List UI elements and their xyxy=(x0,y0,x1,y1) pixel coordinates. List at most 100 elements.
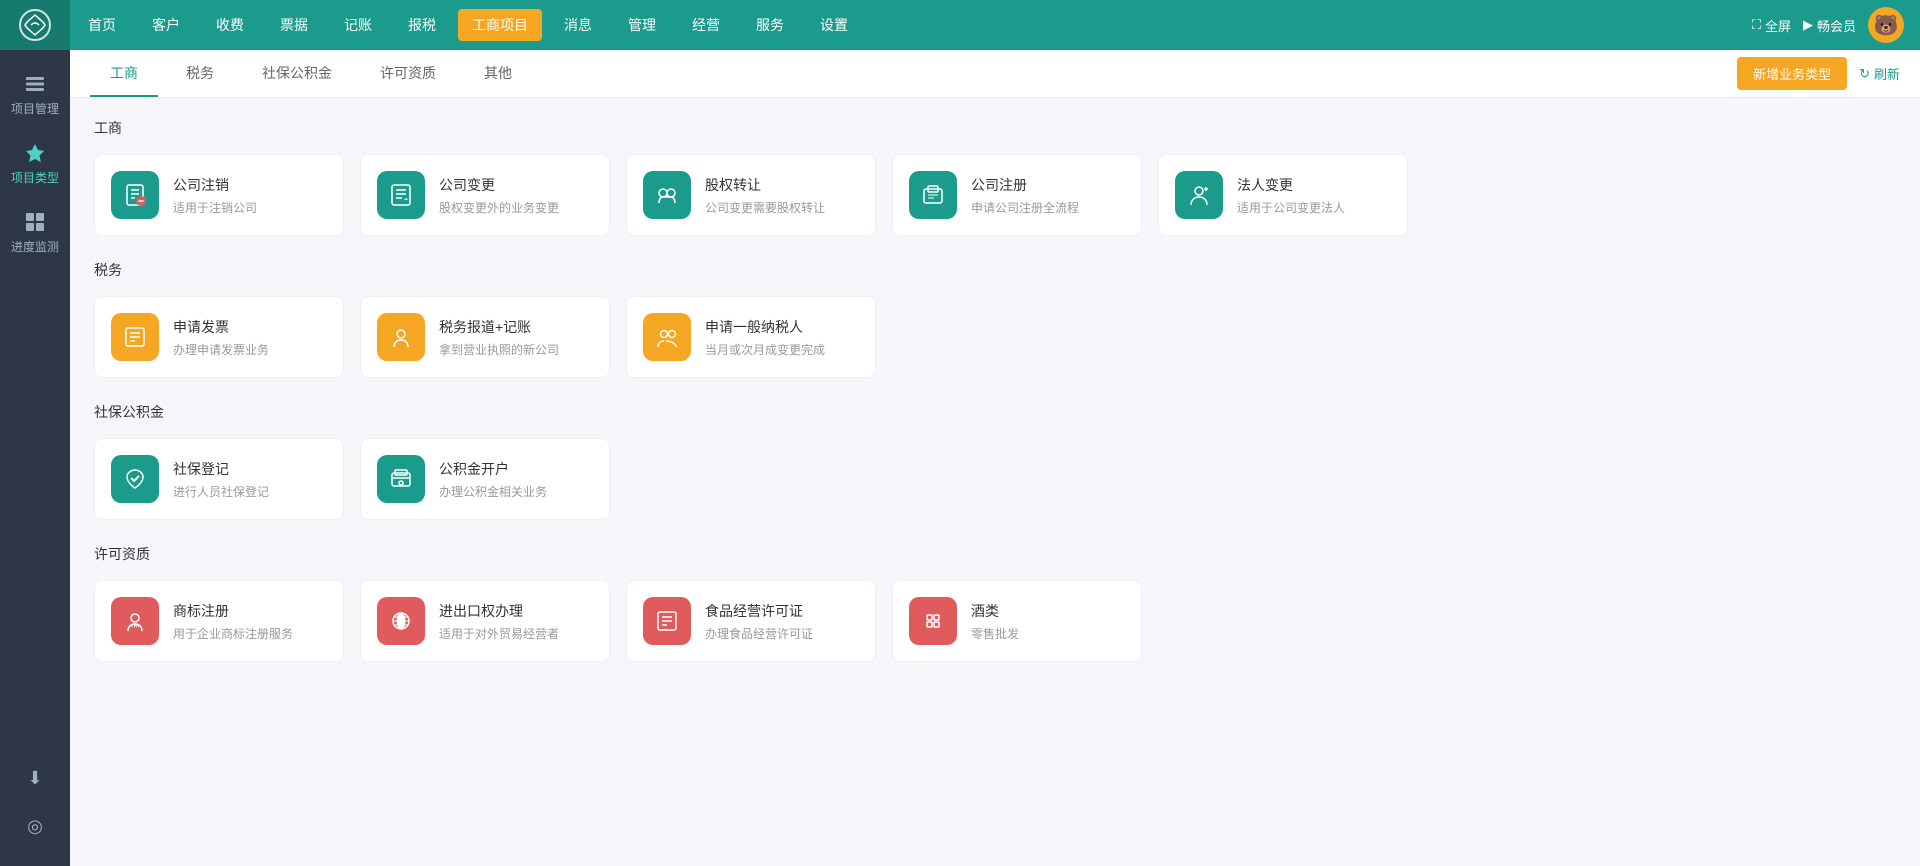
card-general-taxpayer[interactable]: 申请一般纳税人 当月或次月成变更完成 xyxy=(626,296,876,378)
tab-industrial[interactable]: 工商 xyxy=(90,50,158,97)
alcohol-icon xyxy=(909,597,957,645)
vip-button[interactable]: ▶ 畅会员 xyxy=(1803,16,1856,35)
sidebar-location[interactable]: ◎ xyxy=(0,802,70,850)
provident-fund-title: 公积金开户 xyxy=(439,459,547,479)
legal-change-desc: 适用于公司变更法人 xyxy=(1237,199,1345,216)
nav-fees[interactable]: 收费 xyxy=(198,0,262,50)
card-company-register[interactable]: 公司注册 申请公司注册全流程 xyxy=(892,154,1142,236)
sidebar-bottom: ⬇ ◎ xyxy=(0,754,70,866)
company-change-title: 公司变更 xyxy=(439,175,559,195)
general-taxpayer-desc: 当月或次月成变更完成 xyxy=(705,341,825,358)
app-logo xyxy=(0,0,70,50)
scroll-content[interactable]: 工商 公司注销 适用于 xyxy=(70,98,1920,866)
sidebar-download[interactable]: ⬇ xyxy=(0,754,70,802)
tax-report-desc: 拿到营业执照的新公司 xyxy=(439,341,559,358)
svg-text:™: ™ xyxy=(130,623,140,634)
main-layout: 项目管理 项目类型 进度监测 ⬇ xyxy=(0,50,1920,866)
logo-icon xyxy=(19,9,51,41)
industrial-cards-grid: 公司注销 适用于注销公司 xyxy=(94,154,1896,236)
refresh-label: 刷新 xyxy=(1874,64,1900,83)
trademark-icon: ™ xyxy=(111,597,159,645)
company-register-text: 公司注册 申请公司注册全流程 xyxy=(971,175,1079,216)
user-avatar[interactable]: 🐻 xyxy=(1868,7,1904,43)
fullscreen-button[interactable]: ⛶ 全屏 xyxy=(1752,16,1791,35)
tax-cards-grid: 申请发票 办理申请发票业务 税务报道+记账 拿到营业执照的新公司 xyxy=(94,296,1896,378)
card-provident-fund[interactable]: 公积金开户 办理公积金相关业务 xyxy=(360,438,610,520)
tab-list: 工商 税务 社保公积金 许可资质 其他 xyxy=(90,50,532,97)
import-export-text: 进出口权办理 适用于对外贸易经营者 xyxy=(439,601,559,642)
location-icon: ◎ xyxy=(23,814,47,838)
food-license-icon xyxy=(643,597,691,645)
sidebar-item-progress-monitor[interactable]: 进度监测 xyxy=(0,198,70,267)
company-register-desc: 申请公司注册全流程 xyxy=(971,199,1079,216)
provident-fund-icon xyxy=(377,455,425,503)
nav-accounting[interactable]: 记账 xyxy=(326,0,390,50)
card-company-cancel[interactable]: 公司注销 适用于注销公司 xyxy=(94,154,344,236)
tab-social-insurance[interactable]: 社保公积金 xyxy=(242,50,352,97)
sidebar-label-progress-monitor: 进度监测 xyxy=(11,238,59,255)
refresh-button[interactable]: ↻ 刷新 xyxy=(1859,64,1900,83)
equity-transfer-title: 股权转让 xyxy=(705,175,825,195)
social-cards-grid: 社保登记 进行人员社保登记 xyxy=(94,438,1896,520)
apply-invoice-desc: 办理申请发票业务 xyxy=(173,341,269,358)
nav-home[interactable]: 首页 xyxy=(70,0,134,50)
tab-tax[interactable]: 税务 xyxy=(166,50,234,97)
nav-customer[interactable]: 客户 xyxy=(134,0,198,50)
tab-other[interactable]: 其他 xyxy=(464,50,532,97)
license-cards-grid: ™ 商标注册 用于企业商标注册服务 xyxy=(94,580,1896,662)
trademark-title: 商标注册 xyxy=(173,601,293,621)
nav-settings[interactable]: 设置 xyxy=(802,0,866,50)
legal-change-title: 法人变更 xyxy=(1237,175,1345,195)
equity-transfer-icon xyxy=(643,171,691,219)
social-insurance-text: 社保登记 进行人员社保登记 xyxy=(173,459,269,500)
tax-report-icon xyxy=(377,313,425,361)
food-license-title: 食品经营许可证 xyxy=(705,601,813,621)
nav-tax[interactable]: 报税 xyxy=(390,0,454,50)
nav-message[interactable]: 消息 xyxy=(546,0,610,50)
section-title-industrial: 工商 xyxy=(94,118,1896,138)
tax-report-text: 税务报道+记账 拿到营业执照的新公司 xyxy=(439,317,559,358)
card-food-license[interactable]: 食品经营许可证 办理食品经营许可证 xyxy=(626,580,876,662)
company-change-desc: 股权变更外的业务变更 xyxy=(439,199,559,216)
left-sidebar: 项目管理 项目类型 进度监测 ⬇ xyxy=(0,50,70,866)
apply-invoice-text: 申请发票 办理申请发票业务 xyxy=(173,317,269,358)
section-title-license: 许可资质 xyxy=(94,544,1896,564)
top-nav-right: ⛶ 全屏 ▶ 畅会员 🐻 xyxy=(1752,7,1920,43)
import-export-title: 进出口权办理 xyxy=(439,601,559,621)
tab-license[interactable]: 许可资质 xyxy=(360,50,456,97)
card-social-insurance[interactable]: 社保登记 进行人员社保登记 xyxy=(94,438,344,520)
nav-bills[interactable]: 票据 xyxy=(262,0,326,50)
card-equity-transfer[interactable]: 股权转让 公司变更需要股权转让 xyxy=(626,154,876,236)
card-company-change[interactable]: 公司变更 股权变更外的业务变更 xyxy=(360,154,610,236)
social-insurance-icon xyxy=(111,455,159,503)
card-tax-report-accounting[interactable]: 税务报道+记账 拿到营业执照的新公司 xyxy=(360,296,610,378)
legal-change-icon xyxy=(1175,171,1223,219)
card-import-export[interactable]: 进出口权办理 适用于对外贸易经营者 xyxy=(360,580,610,662)
section-title-tax: 税务 xyxy=(94,260,1896,280)
nav-manage[interactable]: 管理 xyxy=(610,0,674,50)
sidebar-label-project-management: 项目管理 xyxy=(11,100,59,117)
card-apply-invoice[interactable]: 申请发票 办理申请发票业务 xyxy=(94,296,344,378)
add-type-button[interactable]: 新增业务类型 xyxy=(1737,57,1847,90)
sidebar-item-project-management[interactable]: 项目管理 xyxy=(0,60,70,129)
fullscreen-icon: ⛶ xyxy=(1752,17,1761,33)
vip-icon: ▶ xyxy=(1803,17,1813,33)
content-area: 工商 税务 社保公积金 许可资质 其他 新增业务类型 ↻ 刷新 工商 xyxy=(70,50,1920,866)
sidebar-item-project-type[interactable]: 项目类型 xyxy=(0,129,70,198)
nav-service[interactable]: 服务 xyxy=(738,0,802,50)
company-cancel-icon xyxy=(111,171,159,219)
nav-operation[interactable]: 经营 xyxy=(674,0,738,50)
card-alcohol[interactable]: 酒类 零售批发 xyxy=(892,580,1142,662)
nav-industrial[interactable]: 工商项目 xyxy=(458,9,542,41)
company-cancel-title: 公司注销 xyxy=(173,175,257,195)
food-license-text: 食品经营许可证 办理食品经营许可证 xyxy=(705,601,813,642)
tab-bar: 工商 税务 社保公积金 许可资质 其他 新增业务类型 ↻ 刷新 xyxy=(70,50,1920,98)
equity-transfer-text: 股权转让 公司变更需要股权转让 xyxy=(705,175,825,216)
general-taxpayer-text: 申请一般纳税人 当月或次月成变更完成 xyxy=(705,317,825,358)
card-trademark[interactable]: ™ 商标注册 用于企业商标注册服务 xyxy=(94,580,344,662)
legal-change-text: 法人变更 适用于公司变更法人 xyxy=(1237,175,1345,216)
tab-actions: 新增业务类型 ↻ 刷新 xyxy=(1737,57,1900,90)
import-export-icon xyxy=(377,597,425,645)
section-title-social: 社保公积金 xyxy=(94,402,1896,422)
card-legal-change[interactable]: 法人变更 适用于公司变更法人 xyxy=(1158,154,1408,236)
